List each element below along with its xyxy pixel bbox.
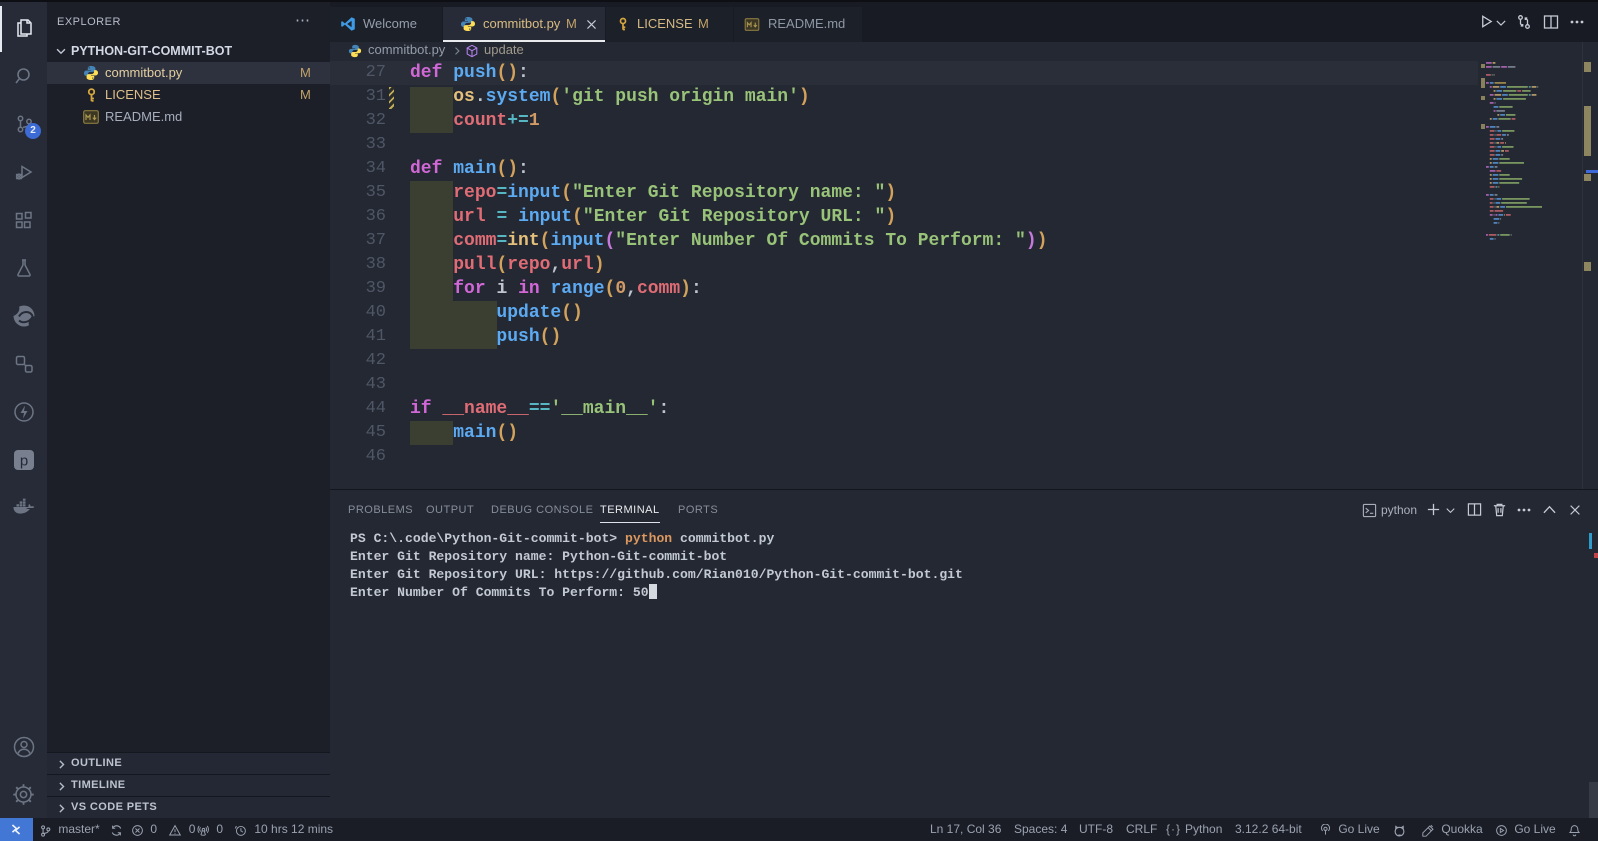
svg-text:p: p <box>19 453 27 470</box>
